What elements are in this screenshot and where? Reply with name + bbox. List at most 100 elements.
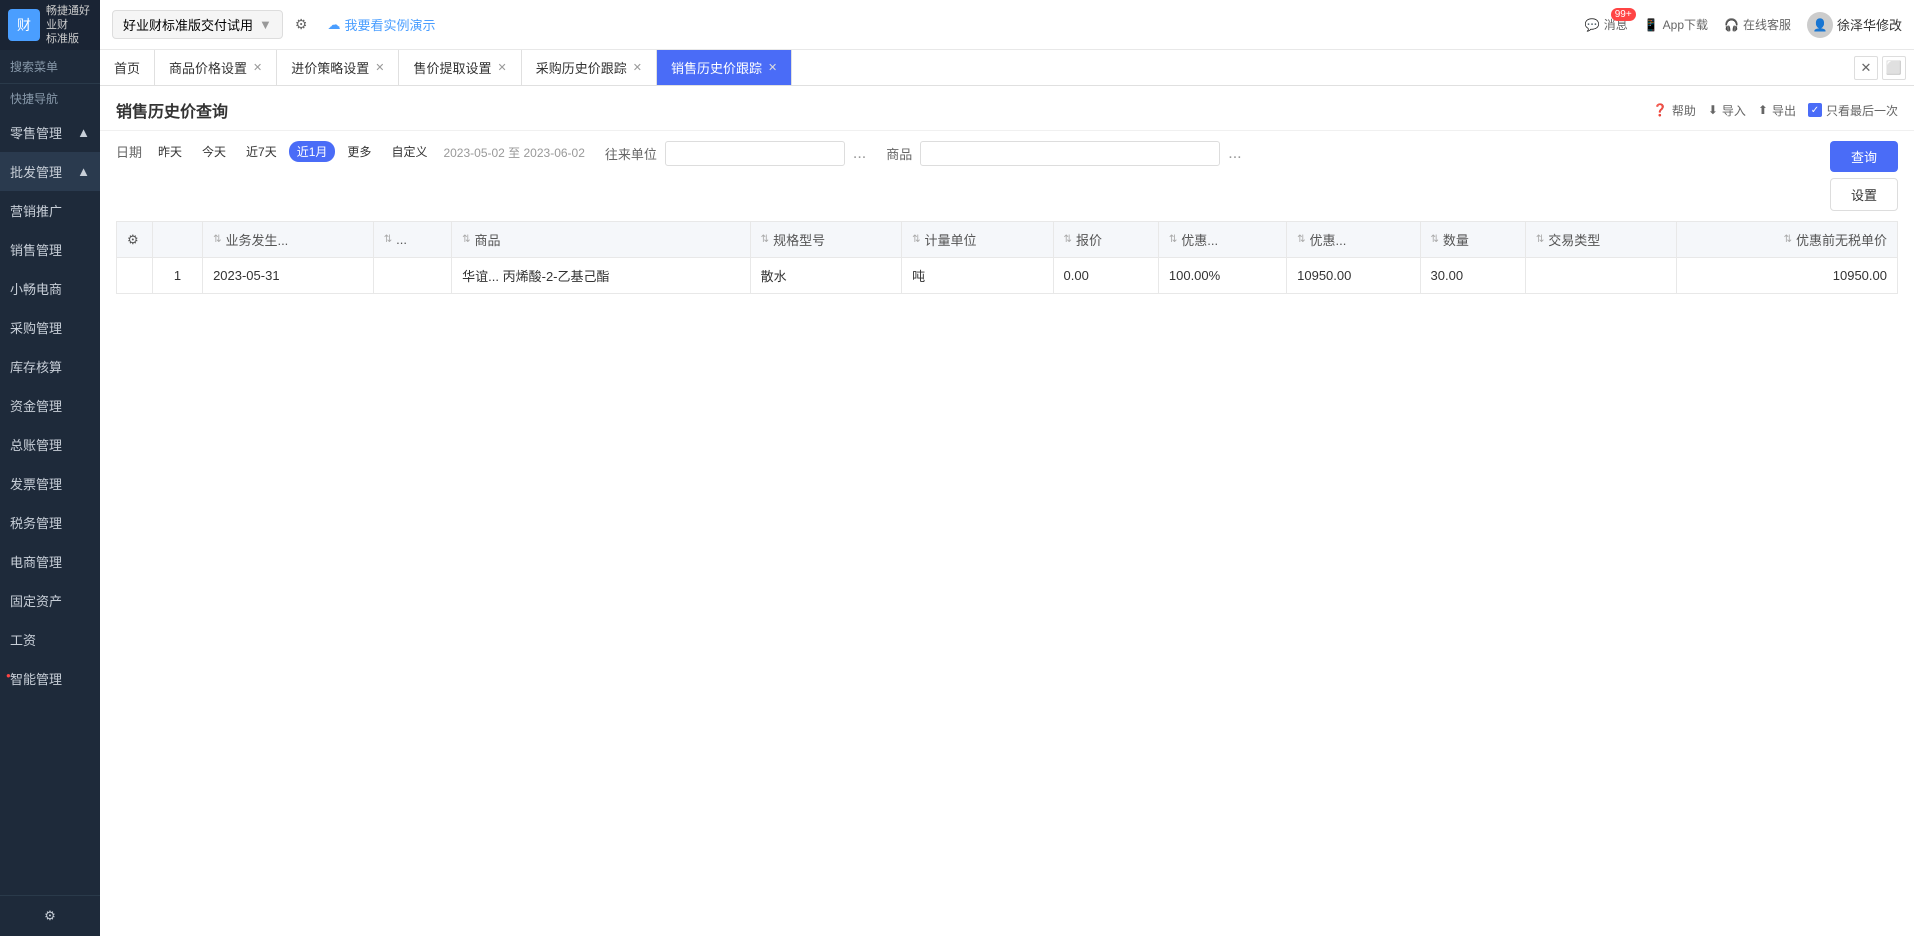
sidebar-item-marketing[interactable]: 营销推广 xyxy=(0,191,100,230)
cell-discount-rate: 100.00% xyxy=(1158,258,1286,294)
sort-icon: ⇅ xyxy=(1169,234,1177,245)
demo-link[interactable]: ☁ 我要看实例演示 xyxy=(327,15,435,34)
tab-product-price[interactable]: 商品价格设置 ✕ xyxy=(155,50,277,86)
tab-close-sale-extract[interactable]: ✕ xyxy=(498,61,507,74)
th-spec[interactable]: ⇅ 规格型号 xyxy=(750,222,901,258)
topbar: 好业财标准版交付试用 ▼ ⚙ ☁ 我要看实例演示 💬 消息 99+ 📱 App下… xyxy=(100,0,1914,50)
sort-icon: ⇅ xyxy=(384,234,392,245)
tabbar: 首页 商品价格设置 ✕ 进价策略设置 ✕ 售价提取设置 ✕ 采购历史价跟踪 ✕ … xyxy=(100,50,1914,86)
th-business-date[interactable]: ⇅ 业务发生... xyxy=(203,222,374,258)
source-unit-input[interactable] xyxy=(665,141,845,166)
cell-discount-price: 10950.00 xyxy=(1287,258,1420,294)
sort-icon: ⇅ xyxy=(761,234,769,245)
only-last-toggle[interactable]: 只看最后一次 xyxy=(1808,102,1898,119)
th-discount-price[interactable]: ⇅ 优惠... xyxy=(1287,222,1420,258)
sidebar-item-smart[interactable]: 智能管理 xyxy=(0,659,100,698)
date-btn-today[interactable]: 今天 xyxy=(194,141,234,162)
th-quote[interactable]: ⇅ 报价 xyxy=(1053,222,1158,258)
settings-button[interactable]: 设置 xyxy=(1830,178,1898,211)
date-btn-more[interactable]: 更多 xyxy=(339,141,379,162)
cell-transaction-type xyxy=(1525,258,1676,294)
tab-sale-extract[interactable]: 售价提取设置 ✕ xyxy=(399,50,521,86)
th-discount-rate[interactable]: ⇅ 优惠... xyxy=(1158,222,1286,258)
export-icon: ⬆ xyxy=(1758,103,1768,117)
table-row[interactable]: 1 2023-05-31 华谊... 丙烯酸-2-乙基己酯 散水 吨 0.00 … xyxy=(117,258,1898,294)
cell-quantity: 30.00 xyxy=(1420,258,1525,294)
app-logo: 财 畅捷通好业财 标准版 xyxy=(0,0,100,50)
topbar-settings-icon[interactable]: ⚙ xyxy=(295,16,308,33)
tab-close-product-price[interactable]: ✕ xyxy=(253,61,262,74)
content-area: 销售历史价查询 ❓ 帮助 ⬇ 导入 ⬆ 导出 xyxy=(100,86,1914,936)
sidebar-item-sales[interactable]: 销售管理 xyxy=(0,230,100,269)
sidebar-item-wholesale[interactable]: 批发管理 ▲ xyxy=(0,152,100,191)
sort-icon: ⇅ xyxy=(1431,234,1439,245)
goods-label: 商品 xyxy=(886,144,912,163)
goods-dots-button[interactable]: ... xyxy=(1228,145,1241,163)
th-quantity[interactable]: ⇅ 数量 xyxy=(1420,222,1525,258)
user-menu[interactable]: 👤 徐泽华修改 xyxy=(1807,12,1902,38)
export-button[interactable]: ⬆ 导出 xyxy=(1758,102,1796,119)
app-name: 畅捷通好业财 标准版 xyxy=(46,4,92,47)
tab-close-purchase-history[interactable]: ✕ xyxy=(633,61,642,74)
tabbar-actions: ✕ ⬜ xyxy=(1854,56,1914,80)
phone-icon: 📱 xyxy=(1644,18,1659,32)
online-service-button[interactable]: 🎧 在线客服 xyxy=(1724,16,1791,33)
sidebar-item-ecommerce[interactable]: 电商管理 xyxy=(0,542,100,581)
import-button[interactable]: ⬇ 导入 xyxy=(1708,102,1746,119)
tab-purchase-history[interactable]: 采购历史价跟踪 ✕ xyxy=(522,50,657,86)
page-title: 销售历史价查询 xyxy=(116,98,228,122)
version-selector[interactable]: 好业财标准版交付试用 ▼ xyxy=(112,10,283,39)
source-unit-filter: 往来单位 ... xyxy=(605,141,866,166)
date-btn-custom[interactable]: 自定义 xyxy=(383,141,435,162)
tab-home[interactable]: 首页 xyxy=(100,50,155,86)
sidebar-item-fixed-assets[interactable]: 固定资产 xyxy=(0,581,100,620)
sidebar-item-salary[interactable]: 工资 xyxy=(0,620,100,659)
cell-goods: 华谊... 丙烯酸-2-乙基己酯 xyxy=(452,258,751,294)
topbar-right: 💬 消息 99+ 📱 App下载 🎧 在线客服 👤 徐泽华修改 xyxy=(1585,12,1902,38)
date-btn-yesterday[interactable]: 昨天 xyxy=(150,141,190,162)
sidebar-item-xiaochang[interactable]: 小畅电商 xyxy=(0,269,100,308)
th-pretax-price[interactable]: ⇅ 优惠前无税单价 xyxy=(1677,222,1898,258)
sort-icon: ⇅ xyxy=(1297,234,1305,245)
date-btn-1month[interactable]: 近1月 xyxy=(289,141,336,162)
tab-close-window-button[interactable]: ✕ xyxy=(1854,56,1878,80)
sidebar-item-inventory[interactable]: 库存核算 xyxy=(0,347,100,386)
tab-sales-history[interactable]: 销售历史价跟踪 ✕ xyxy=(657,50,792,86)
tab-close-purchase-strategy[interactable]: ✕ xyxy=(375,61,384,74)
date-btn-7days[interactable]: 近7天 xyxy=(238,141,285,162)
tab-purchase-strategy[interactable]: 进价策略设置 ✕ xyxy=(277,50,399,86)
tab-close-sales-history[interactable]: ✕ xyxy=(768,61,777,74)
user-avatar: 👤 xyxy=(1807,12,1833,38)
sidebar-quick-nav[interactable]: 快捷导航 xyxy=(0,84,100,113)
th-unit[interactable]: ⇅ 计量单位 xyxy=(902,222,1053,258)
notifications-button[interactable]: 💬 消息 99+ xyxy=(1585,16,1628,33)
sort-icon: ⇅ xyxy=(912,234,920,245)
page-header: 销售历史价查询 ❓ 帮助 ⬇ 导入 ⬆ 导出 xyxy=(100,86,1914,131)
date-label: 日期 xyxy=(116,142,142,161)
sidebar-item-invoice[interactable]: 发票管理 xyxy=(0,464,100,503)
import-icon: ⬇ xyxy=(1708,103,1718,117)
th-goods[interactable]: ⇅ 商品 xyxy=(452,222,751,258)
sort-icon: ⇅ xyxy=(213,234,221,245)
th-dots[interactable]: ⇅ ... xyxy=(373,222,451,258)
sidebar-settings-button[interactable]: ⚙ xyxy=(40,904,60,928)
app-download-button[interactable]: 📱 App下载 xyxy=(1644,16,1708,33)
sidebar-search[interactable]: 搜索菜单 xyxy=(0,50,100,84)
th-transaction-type[interactable]: ⇅ 交易类型 xyxy=(1525,222,1676,258)
goods-input[interactable] xyxy=(920,141,1220,166)
sidebar-item-retail[interactable]: 零售管理 ▲ xyxy=(0,113,100,152)
sidebar-item-accounting[interactable]: 总账管理 xyxy=(0,425,100,464)
headset-icon: 🎧 xyxy=(1724,18,1739,32)
sidebar-item-tax[interactable]: 税务管理 xyxy=(0,503,100,542)
gear-icon[interactable]: ⚙ xyxy=(127,232,139,247)
th-gear: ⚙ xyxy=(117,222,153,258)
sidebar: 财 畅捷通好业财 标准版 搜索菜单 快捷导航 零售管理 ▲ 批发管理 ▲ 营销推… xyxy=(0,0,100,936)
data-table: ⚙ ⇅ 业务发生... ⇅ xyxy=(116,221,1898,294)
tab-maximize-button[interactable]: ⬜ xyxy=(1882,56,1906,80)
cell-num: 1 xyxy=(153,258,203,294)
source-unit-dots-button[interactable]: ... xyxy=(853,145,866,163)
help-button[interactable]: ❓ 帮助 xyxy=(1653,102,1696,119)
query-button[interactable]: 查询 xyxy=(1830,141,1898,172)
sidebar-item-purchase[interactable]: 采购管理 xyxy=(0,308,100,347)
sidebar-item-capital[interactable]: 资金管理 xyxy=(0,386,100,425)
